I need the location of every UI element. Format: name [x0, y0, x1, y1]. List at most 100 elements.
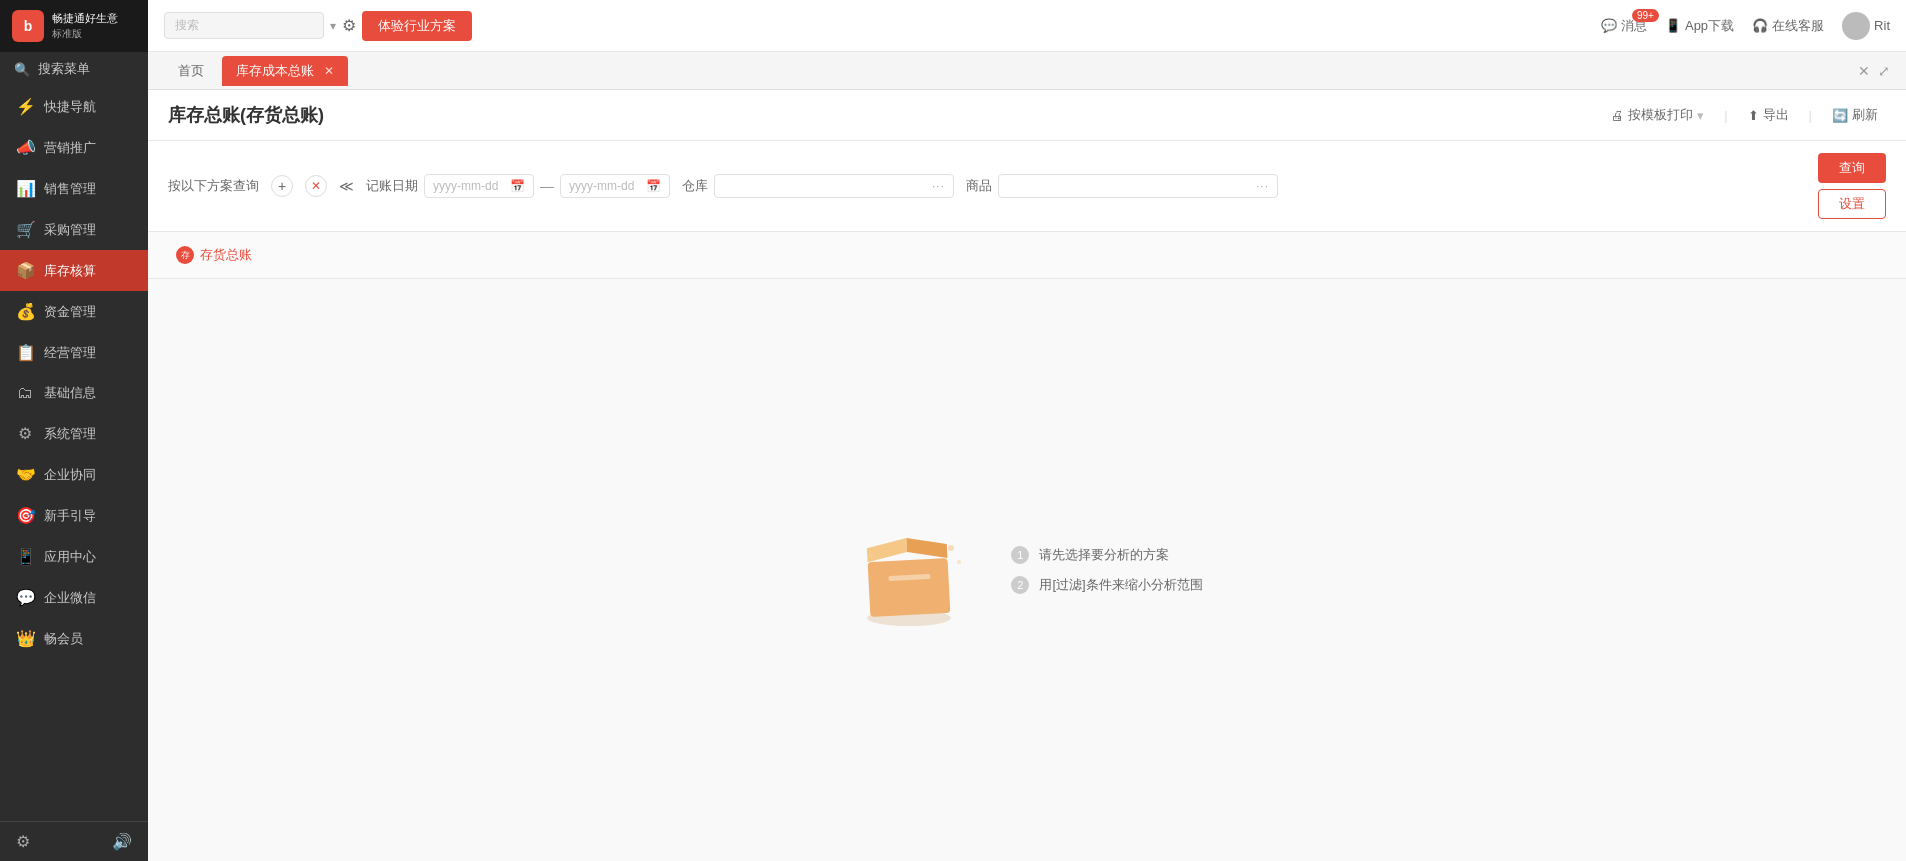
- date-field-label: 记账日期: [366, 177, 418, 195]
- goods-more-icon: ···: [1256, 179, 1269, 193]
- topbar-settings-icon[interactable]: ⚙: [342, 16, 356, 35]
- member-icon: 👑: [16, 629, 34, 648]
- page-header: 库存总账(存货总账) 🖨 按模板打印 ▾ | ⬆ 导出 | 🔄 刷新: [148, 90, 1906, 141]
- search-box-text: 搜索: [175, 17, 199, 34]
- warehouse-input[interactable]: ···: [714, 174, 954, 198]
- calendar-end-icon: 📅: [646, 179, 661, 193]
- marketing-icon: 📣: [16, 138, 34, 157]
- topbar-chevron-icon[interactable]: ▾: [330, 19, 336, 33]
- warehouse-filter-field: 仓库 ···: [682, 174, 954, 198]
- basic-icon: 🗂: [16, 384, 34, 402]
- print-chevron-icon: ▾: [1697, 108, 1704, 123]
- sidebar-item-guide[interactable]: 🎯 新手引导: [0, 495, 148, 536]
- sidebar-item-sales[interactable]: 📊 销售管理: [0, 168, 148, 209]
- sidebar-item-operations[interactable]: 📋 经营管理: [0, 332, 148, 373]
- date-start-input[interactable]: yyyy-mm-dd 📅: [424, 174, 534, 198]
- print-btn[interactable]: 🖨 按模板打印 ▾: [1603, 102, 1712, 128]
- refresh-icon: 🔄: [1832, 108, 1848, 123]
- date-filter-field: 记账日期 yyyy-mm-dd 📅 — yyyy-mm-dd 📅: [366, 174, 670, 198]
- sidebar-item-basic[interactable]: 🗂 基础信息: [0, 373, 148, 413]
- empty-tip-1: 1 请先选择要分析的方案: [1011, 546, 1202, 564]
- tab-close-icon[interactable]: ✕: [324, 64, 334, 78]
- sidebar-nav: ⚡ 快捷导航 📣 营销推广 📊 销售管理 🛒 采购管理 📦 库存核算 💰 资金管…: [0, 86, 148, 821]
- goods-label: 商品: [966, 177, 992, 195]
- scheme-icon: 存: [176, 246, 194, 264]
- topbar-right: 💬 消息 99+ 📱 App下载 🎧 在线客服 Rit: [1601, 12, 1890, 40]
- refresh-btn[interactable]: 🔄 刷新: [1824, 102, 1886, 128]
- topbar-app-download[interactable]: 📱 App下载: [1665, 17, 1734, 35]
- filter-collapse-icon[interactable]: ≪: [339, 178, 354, 194]
- sidebar-item-wechat[interactable]: 💬 企业微信: [0, 577, 148, 618]
- wechat-icon: 💬: [16, 588, 34, 607]
- sidebar-search[interactable]: 🔍 搜索菜单: [0, 52, 148, 86]
- tab-close-panel-icon[interactable]: ✕: [1858, 63, 1870, 79]
- sidebar-item-marketing[interactable]: 📣 营销推广: [0, 127, 148, 168]
- query-btn[interactable]: 查询: [1818, 153, 1886, 183]
- export-icon: ⬆: [1748, 108, 1759, 123]
- tab-resize-icon[interactable]: ⤢: [1878, 63, 1890, 79]
- svg-marker-2: [867, 538, 908, 562]
- empty-box-svg: [851, 510, 971, 630]
- sidebar-item-app-center[interactable]: 📱 应用中心: [0, 536, 148, 577]
- empty-tip-2: 2 用[过滤]条件来缩小分析范围: [1011, 576, 1202, 594]
- purchase-icon: 🛒: [16, 220, 34, 239]
- filter-clear-btn[interactable]: ✕: [305, 175, 327, 197]
- date-end-input[interactable]: yyyy-mm-dd 📅: [560, 174, 670, 198]
- logo-icon: b: [12, 10, 44, 42]
- calendar-icon: 📅: [510, 179, 525, 193]
- topbar-online-service[interactable]: 🎧 在线客服: [1752, 17, 1824, 35]
- scheme-item-inventory[interactable]: 存 存货总账: [164, 240, 264, 270]
- settings-btn[interactable]: 设置: [1818, 189, 1886, 219]
- enterprise-icon: 🤝: [16, 465, 34, 484]
- sidebar-item-finance[interactable]: 💰 资金管理: [0, 291, 148, 332]
- main-content: 搜索 ▾ ⚙ 体验行业方案 💬 消息 99+ 📱 App下载 🎧 在线客服 Ri: [148, 0, 1906, 861]
- filter-add-btn[interactable]: +: [271, 175, 293, 197]
- page-header-actions: 🖨 按模板打印 ▾ | ⬆ 导出 | 🔄 刷新: [1603, 102, 1886, 128]
- inventory-icon: 📦: [16, 261, 34, 280]
- topbar-search-area: 搜索 ▾ ⚙ 体验行业方案: [164, 11, 1591, 41]
- quick-nav-icon: ⚡: [16, 97, 34, 116]
- app-center-icon: 📱: [16, 547, 34, 566]
- tab-home[interactable]: 首页: [164, 56, 218, 86]
- operations-icon: 📋: [16, 343, 34, 362]
- topbar: 搜索 ▾ ⚙ 体验行业方案 💬 消息 99+ 📱 App下载 🎧 在线客服 Ri: [148, 0, 1906, 52]
- filter-label: 按以下方案查询: [168, 177, 259, 195]
- sidebar: b 畅捷通好生意 标准版 🔍 搜索菜单 ⚡ 快捷导航 📣 营销推广 📊 销售管理…: [0, 0, 148, 861]
- sidebar-item-enterprise[interactable]: 🤝 企业协同: [0, 454, 148, 495]
- sidebar-footer: ⚙ 🔊: [0, 821, 148, 861]
- sidebar-item-inventory[interactable]: 📦 库存核算: [0, 250, 148, 291]
- svg-marker-3: [907, 536, 948, 560]
- export-btn[interactable]: ⬆ 导出: [1740, 102, 1797, 128]
- industry-btn[interactable]: 体验行业方案: [362, 11, 472, 41]
- sidebar-logo: b 畅捷通好生意 标准版: [0, 0, 148, 52]
- headset-icon: 🎧: [1752, 18, 1768, 33]
- filter-right-actions: 查询 设置: [1818, 153, 1886, 219]
- empty-illustration: [851, 510, 971, 630]
- filter-bar: 按以下方案查询 + ✕ ≪ 记账日期 yyyy-mm-dd 📅 — yyyy-m…: [148, 141, 1906, 232]
- page-title: 库存总账(存货总账): [168, 103, 324, 127]
- phone-icon: 📱: [1665, 18, 1681, 33]
- footer-audio-icon[interactable]: 🔊: [112, 832, 132, 851]
- goods-input[interactable]: ···: [998, 174, 1278, 198]
- footer-settings-icon[interactable]: ⚙: [16, 832, 30, 851]
- sales-icon: 📊: [16, 179, 34, 198]
- topbar-user[interactable]: Rit: [1842, 12, 1890, 40]
- user-avatar: [1842, 12, 1870, 40]
- scheme-selector: 存 存货总账: [148, 232, 1906, 279]
- topbar-search-box[interactable]: 搜索: [164, 12, 324, 39]
- topbar-message[interactable]: 💬 消息 99+: [1601, 17, 1647, 35]
- sidebar-item-purchase[interactable]: 🛒 采购管理: [0, 209, 148, 250]
- tab-inventory-ledger[interactable]: 库存成本总账 ✕: [222, 56, 348, 86]
- guide-icon: 🎯: [16, 506, 34, 525]
- system-icon: ⚙: [16, 424, 34, 443]
- sidebar-item-quick-nav[interactable]: ⚡ 快捷导航: [0, 86, 148, 127]
- sidebar-item-member[interactable]: 👑 畅会员: [0, 618, 148, 659]
- empty-tips: 1 请先选择要分析的方案 2 用[过滤]条件来缩小分析范围: [1011, 546, 1202, 594]
- warehouse-more-icon: ···: [932, 179, 945, 193]
- goods-filter-field: 商品 ···: [966, 174, 1278, 198]
- logo-text: 畅捷通好生意 标准版: [52, 11, 118, 40]
- warehouse-label: 仓库: [682, 177, 708, 195]
- search-icon: 🔍: [14, 62, 30, 77]
- tabs-bar: 首页 库存成本总账 ✕ ✕ ⤢: [148, 52, 1906, 90]
- sidebar-item-system[interactable]: ⚙ 系统管理: [0, 413, 148, 454]
